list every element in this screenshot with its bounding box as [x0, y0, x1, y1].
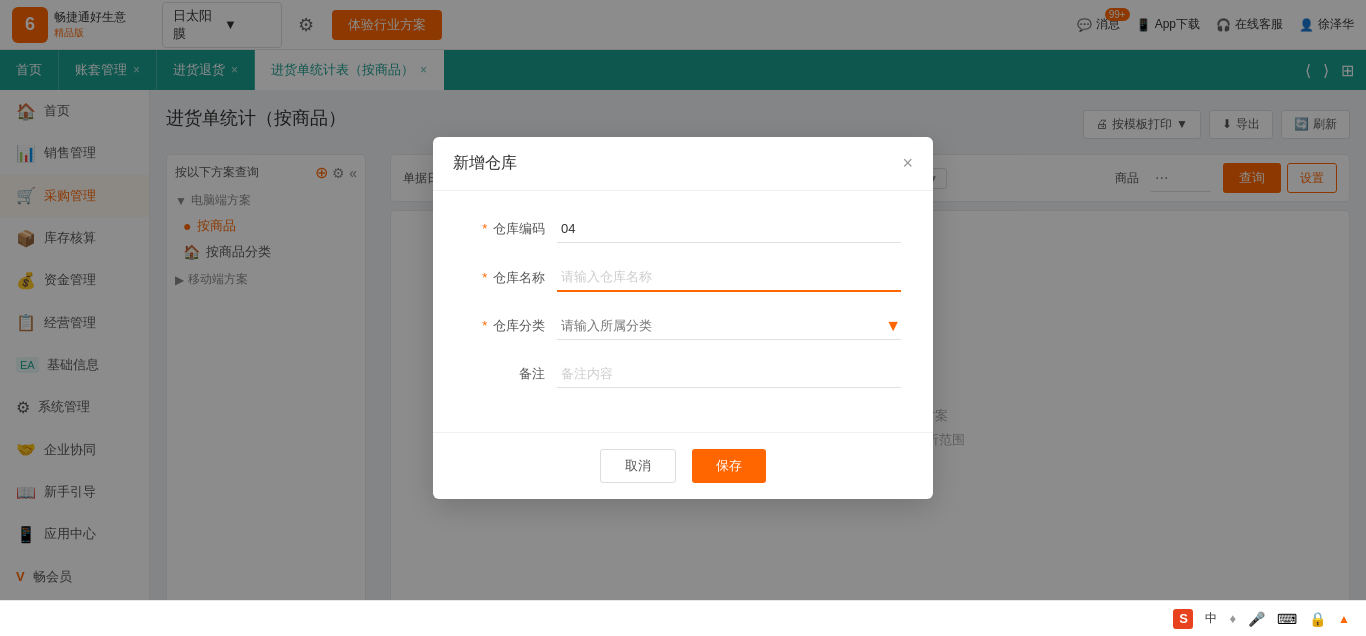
required-mark-name: *	[482, 270, 487, 285]
dialog-add-warehouse: 新增仓库 × * 仓库编码 * 仓库名称	[433, 137, 933, 499]
required-mark-code: *	[482, 221, 487, 236]
bottom-s-logo: S	[1173, 609, 1193, 629]
form-row-remark: 备注	[465, 360, 901, 388]
remark-label-text: 备注	[519, 366, 545, 381]
category-dropdown-icon[interactable]: ▼	[885, 317, 901, 335]
save-button[interactable]: 保存	[692, 449, 766, 483]
dialog-body: * 仓库编码 * 仓库名称 * 仓库分类	[433, 191, 933, 432]
bottom-lock-icon[interactable]: 🔒	[1309, 611, 1326, 627]
category-label-text: 仓库分类	[493, 318, 545, 333]
dialog-header: 新增仓库 ×	[433, 137, 933, 191]
bottom-diamond-icon: ♦	[1229, 611, 1236, 626]
bottom-bar: S 中 ♦ 🎤 ⌨ 🔒 ▲	[0, 600, 1366, 636]
dialog-title: 新增仓库	[453, 153, 517, 174]
name-input[interactable]	[557, 263, 901, 292]
code-input[interactable]	[557, 215, 901, 243]
dialog-footer: 取消 保存	[433, 432, 933, 499]
cancel-button[interactable]: 取消	[600, 449, 676, 483]
bottom-arrow-icon[interactable]: ▲	[1338, 612, 1350, 626]
remark-input[interactable]	[557, 360, 901, 388]
category-input[interactable]	[557, 312, 885, 339]
dialog-close-button[interactable]: ×	[902, 153, 913, 174]
form-row-name: * 仓库名称	[465, 263, 901, 292]
required-mark-category: *	[482, 318, 487, 333]
bottom-logo: S	[1173, 609, 1193, 629]
name-label: * 仓库名称	[465, 269, 545, 287]
remark-label: 备注	[465, 365, 545, 383]
form-row-category: * 仓库分类 ▼	[465, 312, 901, 340]
code-label: * 仓库编码	[465, 220, 545, 238]
category-select-wrapper[interactable]: ▼	[557, 312, 901, 340]
bottom-zh-label[interactable]: 中	[1205, 610, 1217, 627]
form-row-code: * 仓库编码	[465, 215, 901, 243]
category-label: * 仓库分类	[465, 317, 545, 335]
code-label-text: 仓库编码	[493, 221, 545, 236]
modal-overlay[interactable]: 新增仓库 × * 仓库编码 * 仓库名称	[0, 0, 1366, 636]
bottom-keyboard-icon[interactable]: ⌨	[1277, 611, 1297, 627]
bottom-mic-icon[interactable]: 🎤	[1248, 611, 1265, 627]
name-label-text: 仓库名称	[493, 270, 545, 285]
